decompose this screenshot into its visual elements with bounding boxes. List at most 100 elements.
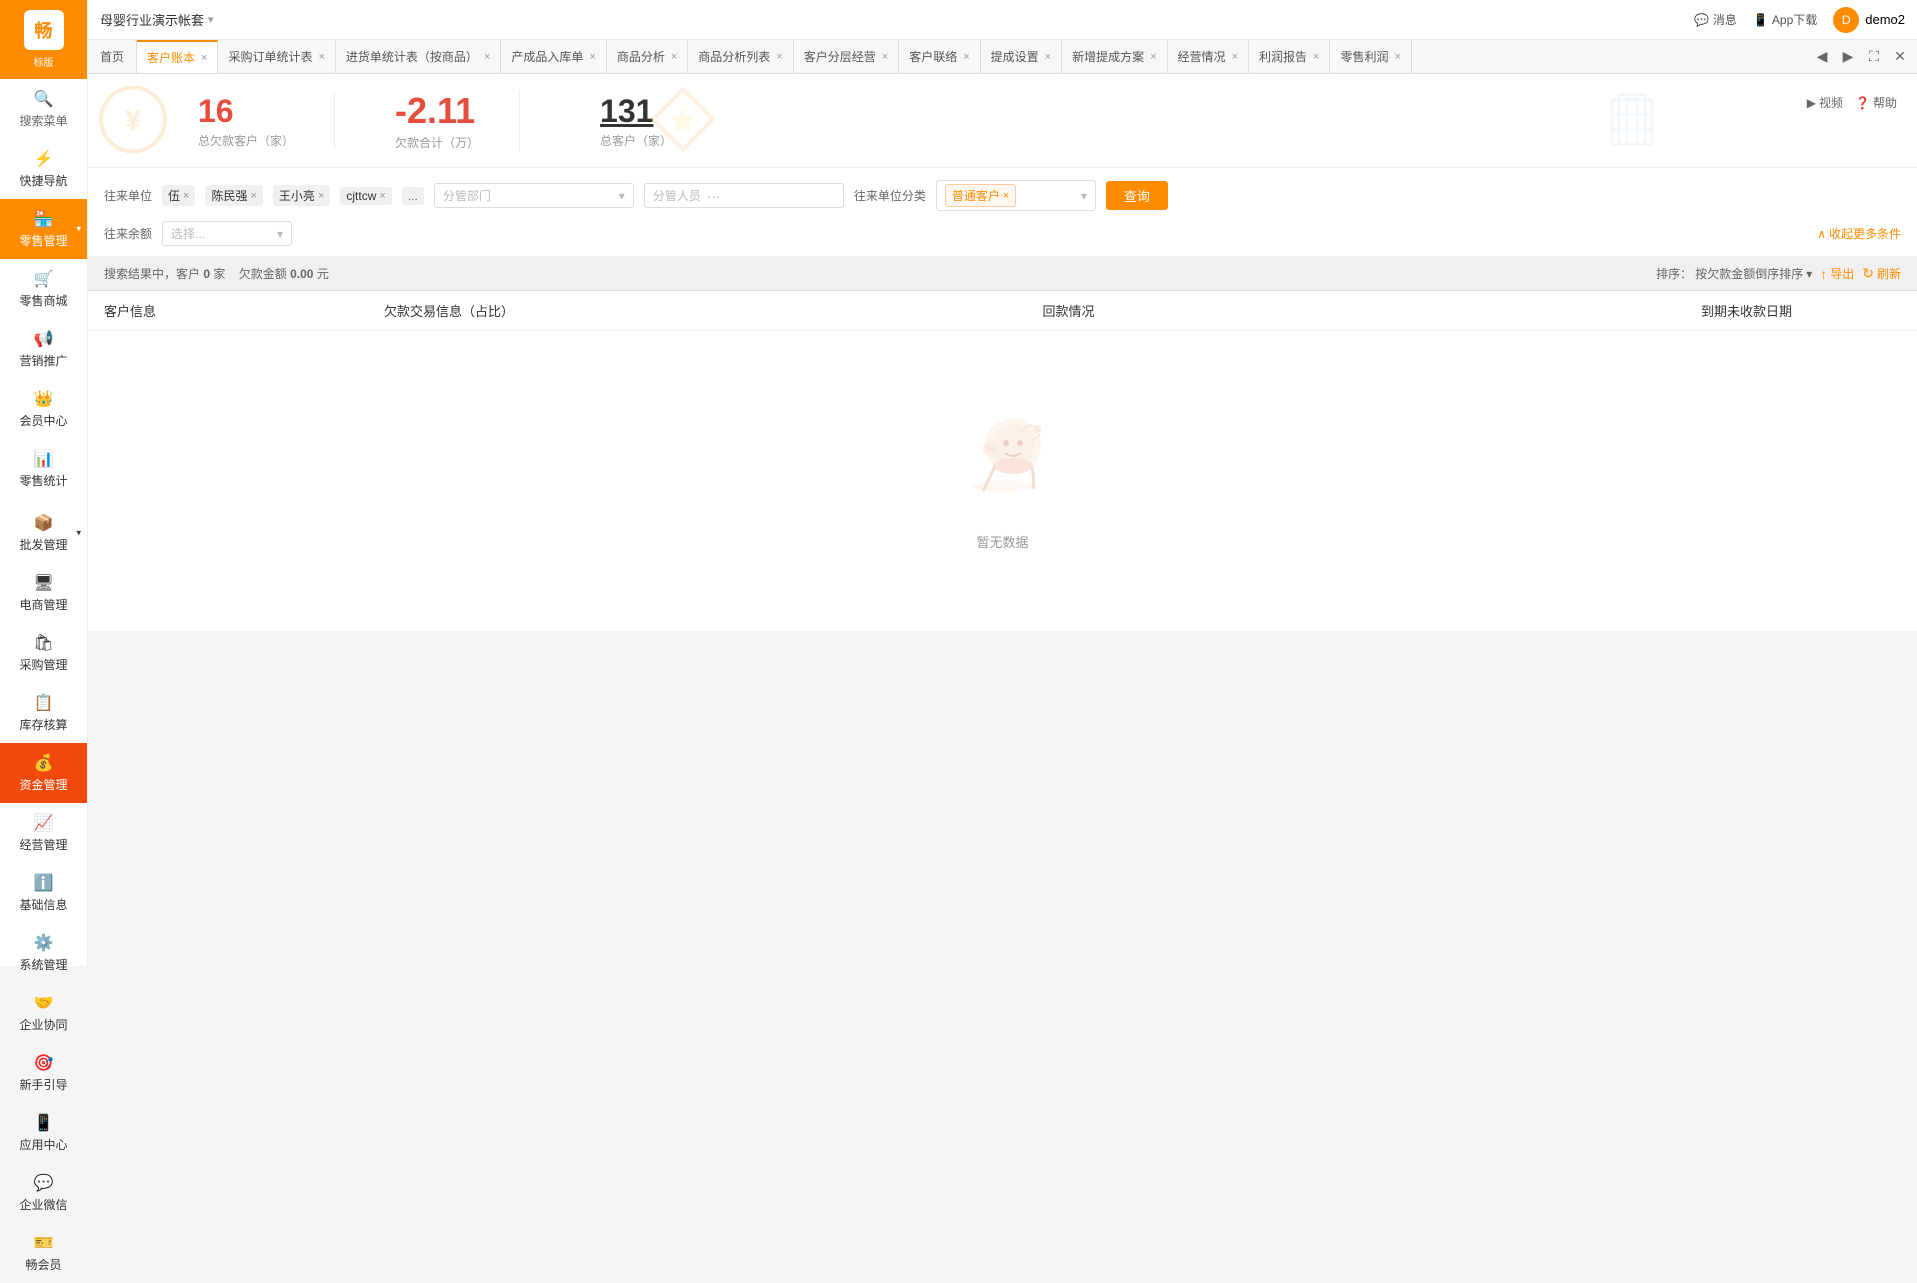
tab-customer-tier-close[interactable]: × bbox=[882, 51, 888, 63]
logo-subtitle: 标版 bbox=[34, 54, 54, 69]
tab-new-commission-plan-close[interactable]: × bbox=[1150, 51, 1156, 63]
category-tag-close[interactable]: × bbox=[1003, 190, 1009, 202]
tab-purchase-order-stats-close[interactable]: × bbox=[318, 51, 324, 63]
sidebar-item-quick-nav[interactable]: ⚡ 快捷导航 bbox=[0, 139, 87, 199]
sidebar-item-ecommerce[interactable]: 🖥 电商管理 bbox=[0, 563, 87, 623]
tab-customer-tier[interactable]: 客户分层经营 × bbox=[794, 40, 899, 74]
person-filter-dots[interactable]: ··· bbox=[707, 188, 721, 204]
sidebar-item-wholesale[interactable]: 📦 批发管理 bbox=[0, 503, 87, 563]
message-btn[interactable]: 💬 消息 bbox=[1694, 11, 1737, 28]
sidebar-label-operations: 经营管理 bbox=[19, 836, 67, 853]
collapse-btn[interactable]: ∧ 收起更多条件 bbox=[1817, 225, 1901, 242]
sidebar-label-purchase: 采购管理 bbox=[19, 656, 67, 673]
col-debt-info: 欠款交易信息（占比） bbox=[384, 301, 1043, 320]
tab-goods-analysis-list[interactable]: 商品分析列表 × bbox=[688, 40, 793, 74]
sidebar-item-retail-store[interactable]: 🛒 零售商城 bbox=[0, 259, 87, 319]
tab-customer-account-close[interactable]: × bbox=[201, 52, 207, 64]
tab-profit-report-close[interactable]: × bbox=[1313, 51, 1319, 63]
tab-maximize-btn[interactable]: ⛶ bbox=[1863, 46, 1885, 68]
tab-retail-profit-close[interactable]: × bbox=[1394, 51, 1400, 63]
tab-product-inbound-close[interactable]: × bbox=[589, 51, 595, 63]
tab-business-status[interactable]: 经营情况 × bbox=[1168, 40, 1249, 74]
sidebar-logo[interactable]: 畅 标版 bbox=[0, 0, 87, 79]
help-icon: ❓ bbox=[1855, 96, 1870, 110]
sidebar-item-retail-stats[interactable]: 📊 零售统计 bbox=[0, 439, 87, 499]
sidebar-label-inventory: 库存核算 bbox=[19, 716, 67, 733]
sidebar-item-wechat-work[interactable]: 💬 企业微信 bbox=[0, 1163, 87, 1223]
dept-filter[interactable]: 分管部门 ▾ bbox=[434, 183, 634, 208]
sidebar-item-purchase[interactable]: 🛍 采购管理 bbox=[0, 623, 87, 683]
app-download-btn[interactable]: 📱 App下载 bbox=[1753, 11, 1817, 28]
person-filter[interactable]: 分管人员 ··· bbox=[644, 183, 844, 208]
tab-home-label: 首页 bbox=[100, 48, 124, 65]
tab-commission-settings[interactable]: 提成设置 × bbox=[981, 40, 1062, 74]
query-button[interactable]: 查询 bbox=[1106, 181, 1168, 210]
results-summary: 搜索结果中，客户 0 家 欠款金额 0.00 元 bbox=[104, 265, 329, 282]
tab-purchase-by-product[interactable]: 进货单统计表（按商品） × bbox=[336, 40, 501, 74]
tab-next-btn[interactable]: ▶ bbox=[1837, 46, 1859, 68]
tab-customer-account[interactable]: 客户账本 × bbox=[137, 40, 218, 74]
sidebar-item-inventory[interactable]: 📋 库存核算 bbox=[0, 683, 87, 743]
tab-profit-report[interactable]: 利润报告 × bbox=[1249, 40, 1330, 74]
sidebar-item-marketing[interactable]: 📢 营销推广 bbox=[0, 319, 87, 379]
sidebar-item-operations[interactable]: 📈 经营管理 bbox=[0, 803, 87, 863]
help-btn[interactable]: ❓ 帮助 bbox=[1855, 94, 1897, 111]
tab-customer-contact-close[interactable]: × bbox=[963, 51, 969, 63]
video-btn[interactable]: ▶ 视频 bbox=[1807, 94, 1843, 111]
sidebar-item-finance[interactable]: 💰 资金管理 bbox=[0, 743, 87, 803]
tab-retail-profit[interactable]: 零售利润 × bbox=[1330, 40, 1411, 74]
export-btn[interactable]: ↑ 导出 bbox=[1820, 265, 1854, 282]
tab-goods-analysis-close[interactable]: × bbox=[671, 51, 677, 63]
filter-tag-chen-close[interactable]: × bbox=[250, 190, 256, 202]
empty-text: 暂无数据 bbox=[976, 532, 1028, 551]
sidebar-item-guide[interactable]: 🎯 新手引导 bbox=[0, 1043, 87, 1103]
tab-close-all-btn[interactable]: ✕ bbox=[1889, 46, 1911, 68]
sort-selector[interactable]: 排序： 按欠款金额倒序排序 ▾ bbox=[1656, 265, 1812, 282]
collapse-arrow-icon: ∧ bbox=[1817, 227, 1826, 241]
tabbar: 首页 客户账本 × 采购订单统计表 × 进货单统计表（按商品） × 产成品入库单… bbox=[88, 40, 1917, 74]
stat-icon-mid: ⭐ bbox=[648, 84, 718, 157]
tab-new-commission-plan[interactable]: 新增提成方案 × bbox=[1062, 40, 1167, 74]
tab-customer-contact[interactable]: 客户联络 × bbox=[899, 40, 980, 74]
sidebar-item-app-center[interactable]: 📱 应用中心 bbox=[0, 1103, 87, 1163]
sidebar-label-collab: 企业协同 bbox=[19, 1016, 67, 1033]
tab-business-status-close[interactable]: × bbox=[1232, 51, 1238, 63]
sidebar-item-collab[interactable]: 🤝 企业协同 bbox=[0, 983, 87, 1043]
tab-commission-settings-close[interactable]: × bbox=[1045, 51, 1051, 63]
results-actions: 排序： 按欠款金额倒序排序 ▾ ↑ 导出 ↻ 刷新 bbox=[1656, 265, 1901, 282]
refresh-btn[interactable]: ↻ 刷新 bbox=[1862, 265, 1901, 282]
marketing-icon: 📢 bbox=[34, 329, 54, 349]
filter-tag-wu-close[interactable]: × bbox=[183, 190, 189, 202]
tab-purchase-by-product-close[interactable]: × bbox=[484, 51, 490, 63]
tab-new-commission-plan-label: 新增提成方案 bbox=[1072, 48, 1144, 65]
sort-label: 排序： bbox=[1656, 265, 1692, 282]
stat-total-customers-value: 16 bbox=[198, 93, 234, 130]
tab-retail-profit-label: 零售利润 bbox=[1340, 48, 1388, 65]
tab-purchase-order-stats[interactable]: 采购订单统计表 × bbox=[218, 40, 335, 74]
tab-goods-analysis[interactable]: 商品分析 × bbox=[607, 40, 688, 74]
collapse-label: 收起更多条件 bbox=[1829, 225, 1901, 242]
sidebar-item-member[interactable]: 👑 会员中心 bbox=[0, 379, 87, 439]
tab-product-inbound[interactable]: 产成品入库单 × bbox=[501, 40, 606, 74]
filter-more-btn[interactable]: ... bbox=[402, 187, 424, 205]
account-selector[interactable]: 母婴行业演示帐套 ▾ bbox=[100, 10, 214, 29]
stats-help: ▶ 视频 ❓ 帮助 bbox=[1807, 90, 1897, 111]
tab-goods-analysis-list-close[interactable]: × bbox=[776, 51, 782, 63]
sidebar-item-vip[interactable]: 🎫 畅会员 bbox=[0, 1223, 87, 1283]
col-customer-info: 客户信息 bbox=[104, 301, 384, 320]
svg-text:⭐: ⭐ bbox=[669, 108, 696, 133]
sidebar-item-retail-mgmt[interactable]: 🏪 零售管理 ▾ bbox=[0, 199, 87, 259]
refresh-label: 刷新 bbox=[1877, 265, 1901, 282]
sidebar-item-system[interactable]: ⚙️ 系统管理 bbox=[0, 923, 87, 983]
balance-filter[interactable]: 选择... ▾ bbox=[162, 221, 292, 246]
search-icon: 🔍 bbox=[34, 89, 54, 109]
sidebar-item-search[interactable]: 🔍 搜索菜单 bbox=[0, 79, 87, 139]
tab-prev-btn[interactable]: ◀ bbox=[1811, 46, 1833, 68]
filter-tag-cjttcw-close[interactable]: × bbox=[379, 190, 385, 202]
category-filter[interactable]: 普通客户 × ▾ bbox=[936, 180, 1096, 211]
user-menu[interactable]: D demo2 bbox=[1833, 7, 1905, 33]
dept-placeholder: 分管部门 bbox=[443, 187, 491, 204]
filter-tag-wang-close[interactable]: × bbox=[318, 190, 324, 202]
tab-home[interactable]: 首页 bbox=[88, 40, 137, 74]
sidebar-item-basic-info[interactable]: ℹ️ 基础信息 bbox=[0, 863, 87, 923]
